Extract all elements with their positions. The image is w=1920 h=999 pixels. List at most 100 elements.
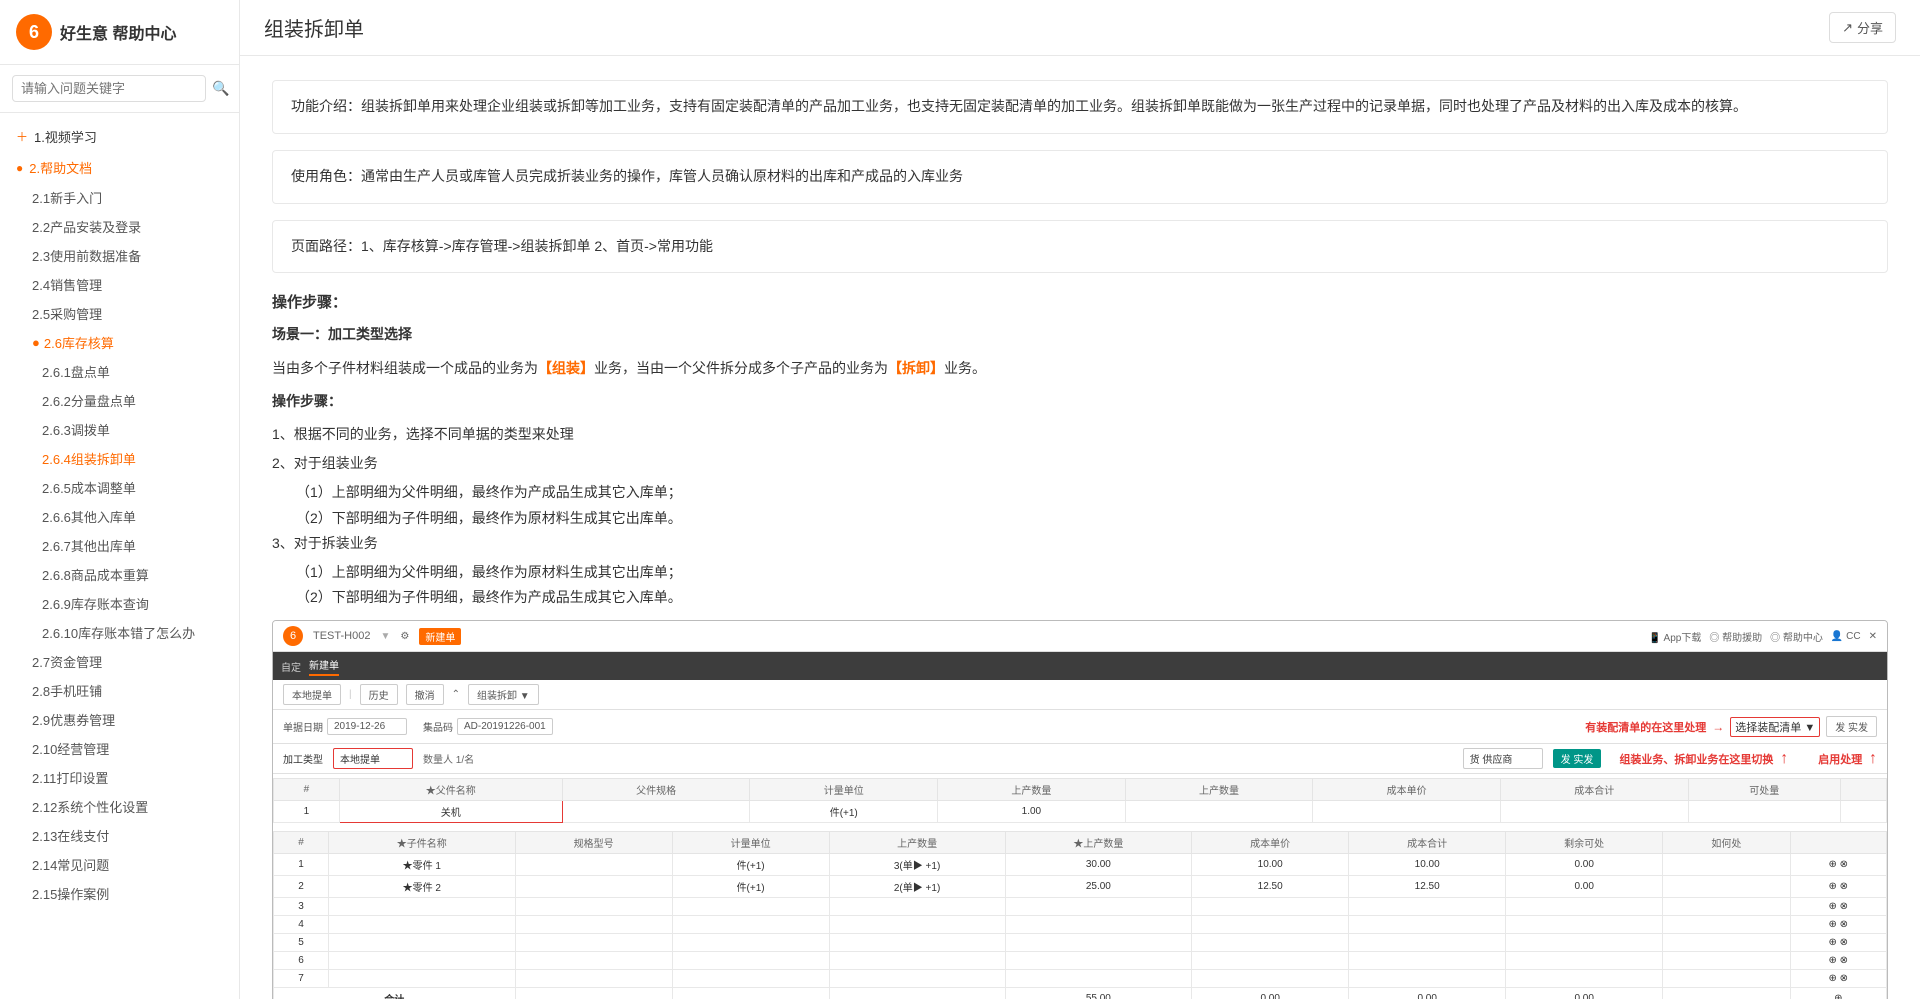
cell-ctotal (1500, 801, 1688, 823)
minus-icon-26: ● (32, 335, 40, 350)
ops-title: 操作步骤： (272, 291, 1888, 312)
table-row: 3⊕ ⊗ (274, 898, 1887, 916)
sidebar-item-newbie[interactable]: 2.1新手入门 (0, 183, 239, 212)
share-button[interactable]: ↗ 分享 (1829, 12, 1896, 43)
search-icon[interactable]: 🔍 (212, 80, 229, 97)
sidebar-item-inventory[interactable]: ● 2.6库存核算 (0, 328, 239, 357)
sidebar-item-customize[interactable]: 2.12系统个性化设置 (0, 792, 239, 821)
col-num-l: # (274, 832, 329, 854)
path-block: 页面路径：1、库存核算->库存管理->组装拆卸单 2、首页->常用功能 (272, 220, 1888, 274)
step-2-sub-1: （1）上部明细为父件明细，最终作为产成品生成其它入库单； (272, 480, 1888, 505)
col-child-remain: 剩余可处 (1506, 832, 1663, 854)
app-screenshot: 6 TEST-H002 ▼ ⚙ 新建单 📱 App下载 ◎ 帮助援助 ◎ 帮助中… (272, 620, 1888, 999)
ss-app-download: 📱 App下载 (1649, 629, 1701, 644)
sidebar-item-transfer[interactable]: 2.6.3调拨单 (0, 415, 239, 444)
sidebar-item-cost-recalc[interactable]: 2.6.8商品成本重算 (0, 560, 239, 589)
table-row: 5⊕ ⊗ (274, 934, 1887, 952)
cell-num: 1 (274, 801, 340, 823)
col-qty1: 上产数量 (938, 779, 1126, 801)
sidebar-item-stocktake[interactable]: 2.6.1盘点单 (0, 357, 239, 386)
col-unit: 计量单位 (750, 779, 938, 801)
step-3-sub-2: （2）下部明细为子件明细，最终作为产成品生成其它入库单。 (272, 585, 1888, 610)
sidebar-item-operations[interactable]: 2.10经营管理 (0, 734, 239, 763)
sidebar-label-26: 2.6库存核算 (44, 333, 114, 352)
sidebar-item-sales[interactable]: 2.4销售管理 (0, 270, 239, 299)
table-row: 7⊕ ⊗ (274, 970, 1887, 988)
sidebar: 6 好生意 帮助中心 🔍 ＋ 1.视频学习 ● 2.帮助文档 2.1新手入门 2… (0, 0, 240, 999)
sidebar-nav: ＋ 1.视频学习 ● 2.帮助文档 2.1新手入门 2.2产品安装及登录 2.3… (0, 113, 239, 999)
scene1-desc-text: 当由多个子件材料组装成一个成品的业务为【组装】业务，当由一个父件拆分成多个子产品… (272, 360, 986, 376)
ss-search-input[interactable]: 货 供应商 (1463, 748, 1543, 769)
ss-toolbar: 本地提单 | 历史 撤消 ⌃ 组装拆卸 ▼ (273, 680, 1887, 710)
ss-upper-table-wrap: # ★父件名称 父件规格 计量单位 上产数量 上产数量 成本单价 成本合计 可处… (273, 774, 1887, 827)
cell-spec (562, 801, 750, 823)
page-title: 组装拆卸单 (264, 13, 364, 42)
ss-titlebar: 6 TEST-H002 ▼ ⚙ 新建单 📱 App下载 ◎ 帮助援助 ◎ 帮助中… (273, 621, 1887, 652)
cell-ops (1840, 801, 1886, 823)
sidebar-item-purchase[interactable]: 2.5采购管理 (0, 299, 239, 328)
sidebar-item-payment[interactable]: 2.13在线支付 (0, 821, 239, 850)
minus-icon-2: ● (16, 161, 23, 175)
sidebar-item-data-prep[interactable]: 2.3使用前数据准备 (0, 241, 239, 270)
ss-date-label: 单据日期 (283, 719, 323, 734)
ss-type-input[interactable]: 本地提单 (333, 748, 413, 769)
sidebar-item-mobile[interactable]: 2.8手机旺铺 (0, 676, 239, 705)
sidebar-item-other-in[interactable]: 2.6.6其他入库单 (0, 502, 239, 531)
ss-btn-local[interactable]: 本地提单 (283, 684, 341, 705)
screenshot-wrapper: 6 TEST-H002 ▼ ⚙ 新建单 📱 App下载 ◎ 帮助援助 ◎ 帮助中… (272, 620, 1888, 999)
intro-block: 功能介绍：组装拆卸单用来处理企业组装或拆卸等加工业务，支持有固定装配清单的产品加… (272, 80, 1888, 134)
ss-date-input[interactable]: 2019-12-26 (327, 718, 407, 735)
sidebar-item-videos[interactable]: ＋ 1.视频学习 (0, 121, 239, 152)
col-available: 可处量 (1688, 779, 1840, 801)
sidebar-item-faq[interactable]: 2.14常见问题 (0, 850, 239, 879)
ss-confirm-btn[interactable]: 发 实发 (1826, 716, 1877, 737)
sidebar-item-finance[interactable]: 2.7资金管理 (0, 647, 239, 676)
search-input[interactable] (12, 75, 206, 102)
sidebar-item-coupons[interactable]: 2.9优惠券管理 (0, 705, 239, 734)
annotation-switch: 组装业务、拆卸业务在这里切换 (1619, 754, 1773, 766)
ss-apply-btn[interactable]: 发 实发 (1553, 749, 1602, 768)
ss-sku-input[interactable]: AD-20191226-001 (457, 718, 553, 735)
ss-tab-new[interactable]: 新建单 (309, 657, 339, 676)
col-child-unit: 计量单位 (672, 832, 829, 854)
sidebar-item-cases[interactable]: 2.15操作案例 (0, 879, 239, 908)
sidebar-item-assembly[interactable]: 2.6.4组装拆卸单 (0, 444, 239, 473)
sidebar-label-2: 2.帮助文档 (29, 158, 92, 177)
ss-btn-history[interactable]: 历史 (360, 684, 398, 705)
col-child-spec: 规格型号 (515, 832, 672, 854)
ss-tab-home[interactable]: 自定 (281, 659, 301, 674)
sidebar-item-cost-adjust[interactable]: 2.6.5成本调整单 (0, 473, 239, 502)
annotation-bom: 有装配清单的在这里处理 (1585, 719, 1706, 735)
sidebar-item-batch-stocktake[interactable]: 2.6.2分量盘点单 (0, 386, 239, 415)
ss-btn-up[interactable]: ⌃ (452, 689, 460, 700)
col-num: # (274, 779, 340, 801)
ss-lower-table: # ★子件名称 规格型号 计量单位 上产数量 ★上产数量 成本单价 成本合计 剩… (273, 831, 1887, 999)
ops-steps-label: 操作步骤： (272, 393, 342, 409)
cell-qty1: 1.00 (938, 801, 1126, 823)
ss-user: 👤 CC (1831, 631, 1861, 642)
plus-icon-1: ＋ (16, 128, 28, 145)
sidebar-header: 6 好生意 帮助中心 (0, 0, 239, 65)
col-child-action: 如何处 (1663, 832, 1790, 854)
annotation-enable: 启用处理 (1818, 754, 1862, 766)
ss-close-icon[interactable]: ✕ (1869, 631, 1877, 642)
ss-sku-label: 集品码 (423, 719, 453, 734)
ss-btn-undo[interactable]: 撤消 (406, 684, 444, 705)
sidebar-item-docs[interactable]: ● 2.帮助文档 (0, 152, 239, 183)
ss-btn-type[interactable]: 组装拆卸 ▼ (468, 684, 539, 705)
col-child-name: ★子件名称 (328, 832, 515, 854)
col-cost-unit: 成本单价 (1313, 779, 1501, 801)
ss-upper-table: # ★父件名称 父件规格 计量单位 上产数量 上产数量 成本单价 成本合计 可处… (273, 778, 1887, 823)
scene1-title: 场景一：加工类型选择 (272, 322, 1888, 347)
sidebar-item-ledger-query[interactable]: 2.6.9库存账本查询 (0, 589, 239, 618)
sidebar-item-print[interactable]: 2.11打印设置 (0, 763, 239, 792)
ss-new-btn[interactable]: 新建单 (419, 628, 461, 645)
col-child-qty1: 上产数量 (829, 832, 1005, 854)
sidebar-item-ledger-error[interactable]: 2.6.10库存账本错了怎么办 (0, 618, 239, 647)
ss-form: 单据日期 2019-12-26 集品码 AD-20191226-001 有装配清… (273, 710, 1887, 744)
ss-bom-select[interactable]: 选择装配清单 ▼ (1730, 717, 1820, 737)
ss-sku-field: 集品码 AD-20191226-001 (423, 718, 553, 735)
sidebar-item-install[interactable]: 2.2产品安装及登录 (0, 212, 239, 241)
ss-help1: ◎ 帮助援助 (1709, 629, 1762, 644)
sidebar-item-other-out[interactable]: 2.6.7其他出库单 (0, 531, 239, 560)
